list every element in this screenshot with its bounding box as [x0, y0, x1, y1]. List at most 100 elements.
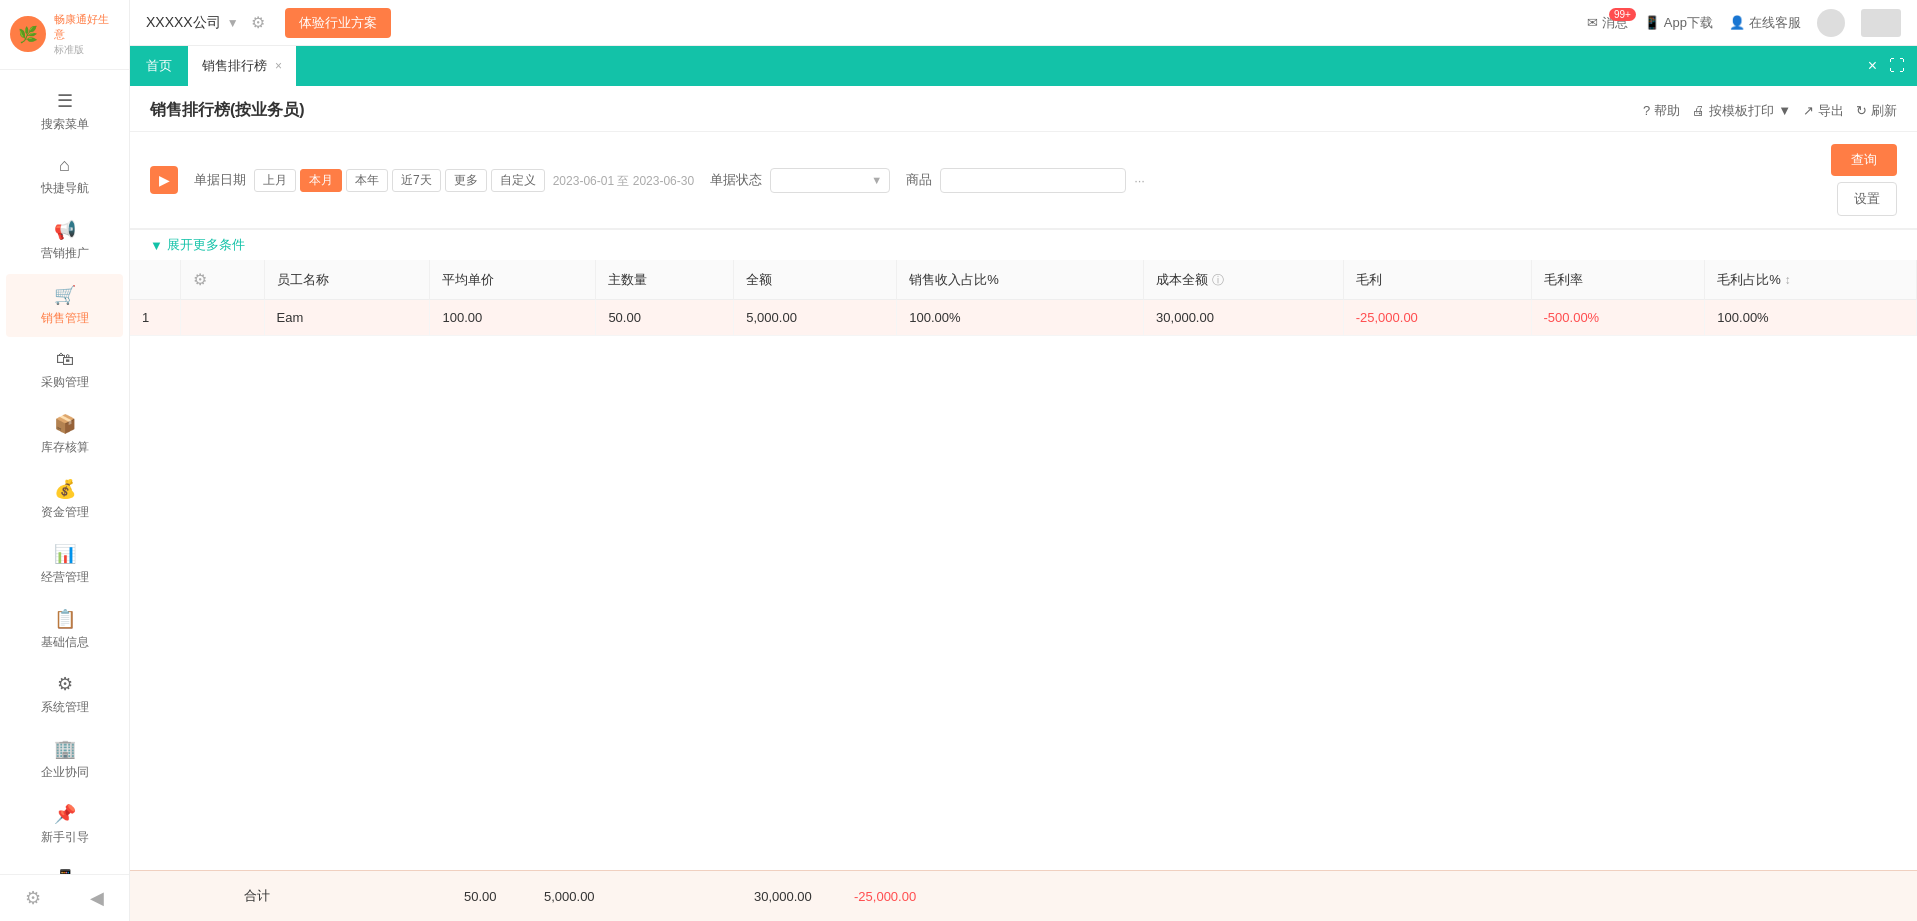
date-filter-label: 单据日期 — [194, 171, 246, 189]
company-name: XXXXX公司 — [146, 14, 221, 32]
cell-rank-0: 1 — [130, 300, 180, 336]
tab-home[interactable]: 首页 — [130, 46, 188, 86]
brand-name: 畅康通好生意 — [54, 12, 119, 43]
app-download-button[interactable]: 📱 App下载 — [1644, 14, 1713, 32]
goods-more-icon[interactable]: ··· — [1134, 173, 1145, 188]
sidebar-item-appstore[interactable]: 📱应用中心 — [6, 858, 123, 874]
app-label: App下载 — [1664, 14, 1713, 32]
sidebar-item-inventory[interactable]: 📦库存核算 — [6, 403, 123, 466]
tab-close-icon[interactable]: × — [275, 59, 282, 73]
sidebar-bottom: ⚙ ◀ — [0, 874, 129, 921]
footer-amount: 5,000.00 — [532, 883, 632, 910]
sidebar-label-finance: 资金管理 — [41, 504, 89, 521]
date-btn-3[interactable]: 近7天 — [392, 169, 441, 192]
print-button[interactable]: 🖨 按模板打印 ▼ — [1692, 102, 1791, 120]
settings-bottom-icon[interactable]: ⚙ — [25, 887, 41, 909]
user-avatar[interactable] — [1817, 9, 1845, 37]
sidebar-item-marketing[interactable]: 📢营销推广 — [6, 209, 123, 272]
profit-pct-info-icon[interactable]: ↕ — [1785, 273, 1791, 287]
filter-toggle-button[interactable]: ▶ — [150, 166, 178, 194]
sidebar-icon-basics: 📋 — [54, 608, 76, 630]
cell-mainqty-0: 50.00 — [596, 300, 734, 336]
sidebar-nav: ☰搜索菜单⌂快捷导航📢营销推广🛒销售管理🛍采购管理📦库存核算 💰 资金管理 📊 经营管理… — [0, 70, 129, 874]
cell-profitrate-0: -500.00% — [1531, 300, 1705, 336]
date-btn-4[interactable]: 更多 — [445, 169, 487, 192]
date-quick-buttons: 上月本月本年近7天更多自定义 — [254, 169, 545, 192]
topbar-right: ✉ 消息 99+ 📱 App下载 👤 在线客服 — [1587, 9, 1901, 37]
online-service-button[interactable]: 👤 在线客服 — [1729, 14, 1801, 32]
sidebar-icon-guide: 📌 — [54, 803, 76, 825]
content-inner: 销售排行榜(按业务员) ? 帮助 🖨 按模板打印 ▼ ↗ 导出 — [130, 86, 1917, 921]
filter-toggle-icon: ▶ — [159, 172, 170, 188]
sidebar-label-search-orders: 搜索菜单 — [41, 116, 89, 133]
sidebar-item-basics[interactable]: 📋基础信息 — [6, 598, 123, 661]
help-button[interactable]: ? 帮助 — [1643, 102, 1680, 120]
message-badge: 99+ — [1609, 8, 1636, 21]
company-selector[interactable]: XXXXX公司 ▼ — [146, 14, 239, 32]
message-button[interactable]: ✉ 消息 99+ — [1587, 14, 1628, 32]
table-container: ⚙ 员工名称 平均单价 主数量 全额 销售收入占比% 成本全额 ⓘ 毛利 毛利率… — [130, 260, 1917, 870]
sidebar-icon-sales: 🛒 — [54, 284, 76, 306]
sidebar-label-operations: 经营管理 — [41, 569, 89, 586]
col-avg-price: 平均单价 — [430, 260, 596, 300]
settings-button[interactable]: 设置 — [1837, 182, 1897, 216]
sidebar-icon-system: ⚙ — [57, 673, 73, 695]
date-range-display: 2023-06-01 至 2023-06-30 — [553, 173, 694, 190]
col-settings[interactable]: ⚙ — [180, 260, 264, 300]
window-expand-icon[interactable]: ⛶ — [1889, 57, 1905, 75]
cell-empty-0 — [180, 300, 264, 336]
sidebar-item-operations[interactable]: 📊 经营管理 — [6, 533, 123, 596]
sidebar-item-quick-nav[interactable]: ⌂快捷导航 — [6, 145, 123, 207]
filter-right-actions: 查询 设置 — [1831, 144, 1897, 216]
sidebar-icon-marketing: 📢 — [54, 219, 76, 241]
sidebar-item-search-orders[interactable]: ☰搜索菜单 — [6, 80, 123, 143]
collapse-icon[interactable]: ◀ — [90, 887, 104, 909]
window-close-icon[interactable]: × — [1868, 57, 1877, 75]
topbar-gear-icon[interactable]: ⚙ — [251, 13, 265, 32]
export-icon: ↗ — [1803, 103, 1814, 118]
expand-more-conditions[interactable]: ▼ 展开更多条件 — [130, 229, 1917, 260]
expand-label: 展开更多条件 — [167, 236, 245, 254]
date-btn-0[interactable]: 上月 — [254, 169, 296, 192]
cost-info-icon[interactable]: ⓘ — [1212, 273, 1224, 287]
sidebar-label-quick-nav: 快捷导航 — [41, 180, 89, 197]
date-filter-group: 单据日期 上月本月本年近7天更多自定义 2023-06-01 至 2023-06… — [194, 169, 694, 192]
col-cost: 成本全额 ⓘ — [1144, 260, 1344, 300]
cell-avgprice-0: 100.00 — [430, 300, 596, 336]
export-button[interactable]: ↗ 导出 — [1803, 102, 1844, 120]
sidebar-item-enterprise[interactable]: 🏢企业协同 — [6, 728, 123, 791]
query-button[interactable]: 查询 — [1831, 144, 1897, 176]
cell-profit-0: -25,000.00 — [1343, 300, 1531, 336]
sidebar-item-sales[interactable]: 🛒销售管理 — [6, 274, 123, 337]
filter-bar: ▶ 单据日期 上月本月本年近7天更多自定义 2023-06-01 至 2023-… — [130, 132, 1917, 229]
sidebar-item-finance[interactable]: 💰 资金管理 — [6, 468, 123, 531]
date-btn-2[interactable]: 本年 — [346, 169, 388, 192]
sales-ranking-table: ⚙ 员工名称 平均单价 主数量 全额 销售收入占比% 成本全额 ⓘ 毛利 毛利率… — [130, 260, 1917, 336]
footer-empty-avgprice — [352, 890, 452, 902]
col-rank — [130, 260, 180, 300]
column-settings-icon[interactable]: ⚙ — [193, 271, 207, 288]
sidebar-icon-finance: 💰 — [54, 478, 76, 500]
refresh-button[interactable]: ↻ 刷新 — [1856, 102, 1897, 120]
trial-button[interactable]: 体验行业方案 — [285, 8, 391, 38]
sidebar-label-system: 系统管理 — [41, 699, 89, 716]
sidebar-label-purchase: 采购管理 — [41, 374, 89, 391]
cell-employee-0: Eam — [264, 300, 430, 336]
col-profit-rate: 毛利率 — [1531, 260, 1705, 300]
sidebar-item-guide[interactable]: 📌新手引导 — [6, 793, 123, 856]
sidebar-item-purchase[interactable]: 🛍采购管理 — [6, 339, 123, 401]
table-header-row: ⚙ 员工名称 平均单价 主数量 全额 销售收入占比% 成本全额 ⓘ 毛利 毛利率… — [130, 260, 1917, 300]
tab-sales-ranking[interactable]: 销售排行榜 × — [188, 46, 296, 86]
date-btn-5[interactable]: 自定义 — [491, 169, 545, 192]
sidebar-icon-operations: 📊 — [54, 543, 76, 565]
page-actions: ? 帮助 🖨 按模板打印 ▼ ↗ 导出 ↻ 刷新 — [1643, 102, 1897, 120]
date-btn-1[interactable]: 本月 — [300, 169, 342, 192]
sidebar: 🌿 畅康通好生意 标准版 ☰搜索菜单⌂快捷导航📢营销推广🛒销售管理🛍采购管理📦库… — [0, 0, 130, 921]
status-select[interactable] — [770, 168, 890, 193]
col-amount: 全额 — [734, 260, 897, 300]
app-icon: 📱 — [1644, 15, 1660, 30]
logo-icon: 🌿 — [10, 16, 46, 52]
sidebar-item-system[interactable]: ⚙ 系统管理 — [6, 663, 123, 726]
goods-search-input[interactable] — [940, 168, 1126, 193]
refresh-icon: ↻ — [1856, 103, 1867, 118]
